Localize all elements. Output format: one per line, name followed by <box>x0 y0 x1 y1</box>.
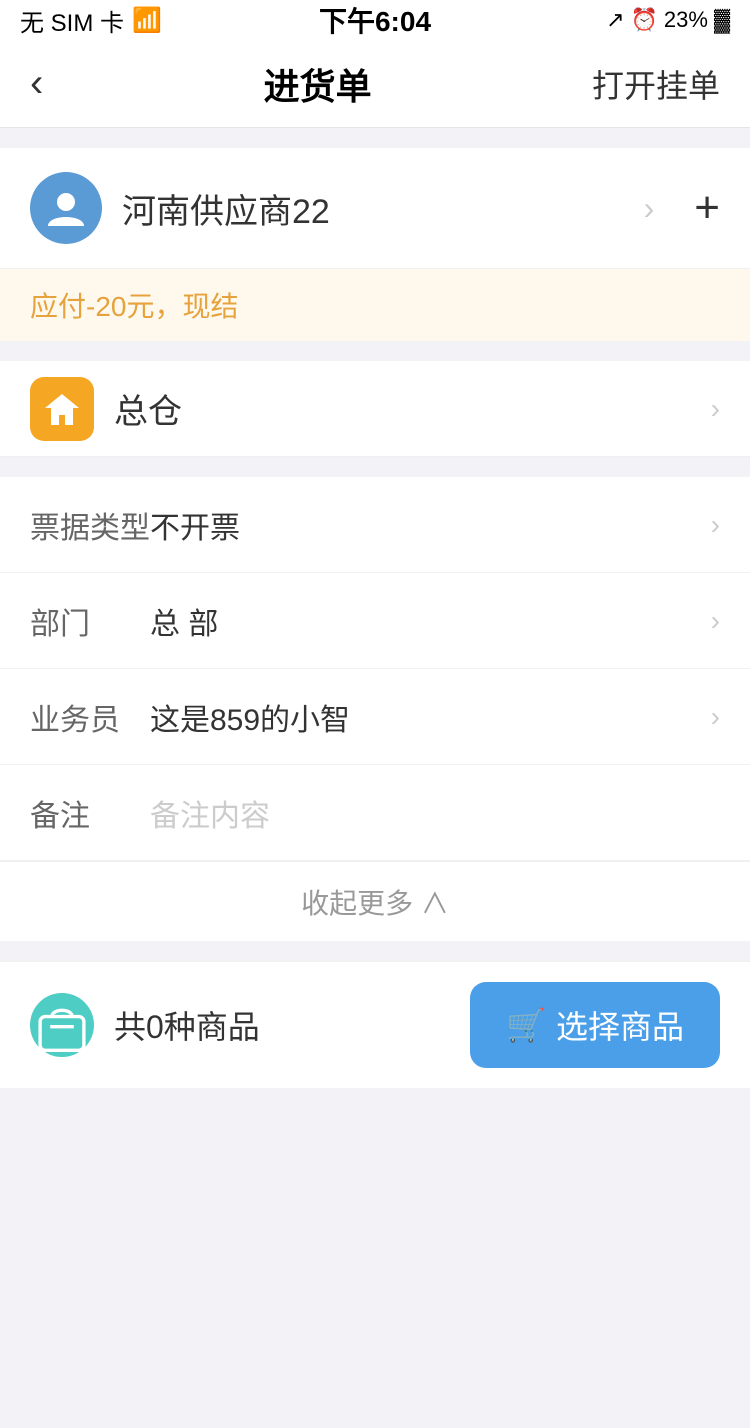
top-divider <box>0 128 750 148</box>
battery-icon: ▓ <box>714 7 730 33</box>
invoice-row[interactable]: 票据类型 不开票 › <box>0 477 750 573</box>
collapse-label: 收起更多 ∧ <box>301 882 449 922</box>
invoice-label: 票据类型 <box>30 503 150 547</box>
section-divider-1 <box>0 341 750 361</box>
status-time: 下午6:04 <box>319 0 431 40</box>
back-button[interactable]: ‹ <box>30 61 43 106</box>
product-icon <box>30 993 94 1057</box>
department-value: 总 部 <box>150 599 711 643</box>
warehouse-row[interactable]: 总仓 › <box>0 361 750 457</box>
status-bar: 无 SIM 卡 📶 下午6:04 ↗ ⏰ 23% ▓ <box>0 0 750 40</box>
salesperson-label: 业务员 <box>30 695 150 739</box>
salesperson-row[interactable]: 业务员 这是859的小智 › <box>0 669 750 765</box>
open-pending-button[interactable]: 打开挂单 <box>592 61 720 107</box>
select-product-label: 选择商品 <box>556 1002 684 1048</box>
battery-label: 23% <box>664 7 708 33</box>
warehouse-name: 总仓 <box>114 384 711 433</box>
page-background <box>0 1088 750 1428</box>
remark-label: 备注 <box>30 791 150 835</box>
collapse-row[interactable]: 收起更多 ∧ <box>0 861 750 941</box>
salesperson-chevron-icon: › <box>711 701 720 733</box>
nav-bar: ‹ 进货单 打开挂单 <box>0 40 750 128</box>
section-divider-2 <box>0 457 750 477</box>
status-right: ↗ ⏰ 23% ▓ <box>606 7 730 33</box>
remark-value: 备注内容 <box>150 791 720 835</box>
department-chevron-icon: › <box>711 605 720 637</box>
salesperson-value: 这是859的小智 <box>150 695 711 739</box>
select-product-icon: 🛒 <box>506 1006 546 1044</box>
remark-row[interactable]: 备注 备注内容 <box>0 765 750 861</box>
no-sim-label: 无 SIM 卡 <box>20 3 124 38</box>
location-icon: ↗ <box>606 7 624 33</box>
supplier-row[interactable]: 河南供应商22 › + <box>0 148 750 269</box>
warehouse-icon <box>30 377 94 441</box>
page-title: 进货单 <box>264 58 372 110</box>
add-button[interactable]: + <box>694 183 720 233</box>
invoice-chevron-icon: › <box>711 509 720 541</box>
supplier-name: 河南供应商22 <box>122 184 644 233</box>
supplier-section: 河南供应商22 › + 应付-20元，现结 <box>0 148 750 341</box>
department-row[interactable]: 部门 总 部 › <box>0 573 750 669</box>
wifi-icon: 📶 <box>132 6 162 35</box>
section-divider-3 <box>0 941 750 961</box>
supplier-avatar <box>30 172 102 244</box>
alarm-icon: ⏰ <box>631 7 658 33</box>
bottom-bar: 共0种商品 🛒 选择商品 <box>0 961 750 1088</box>
balance-notice: 应付-20元，现结 <box>0 269 750 341</box>
department-label: 部门 <box>30 599 150 643</box>
form-section: 票据类型 不开票 › 部门 总 部 › 业务员 这是859的小智 › 备注 备注… <box>0 477 750 941</box>
select-product-button[interactable]: 🛒 选择商品 <box>470 982 720 1068</box>
warehouse-section: 总仓 › <box>0 361 750 457</box>
warehouse-chevron-icon: › <box>711 393 720 425</box>
supplier-chevron-icon: › <box>644 190 655 227</box>
product-count: 共0种商品 <box>114 1002 470 1048</box>
status-left: 无 SIM 卡 📶 <box>20 3 162 38</box>
invoice-value: 不开票 <box>150 503 711 547</box>
